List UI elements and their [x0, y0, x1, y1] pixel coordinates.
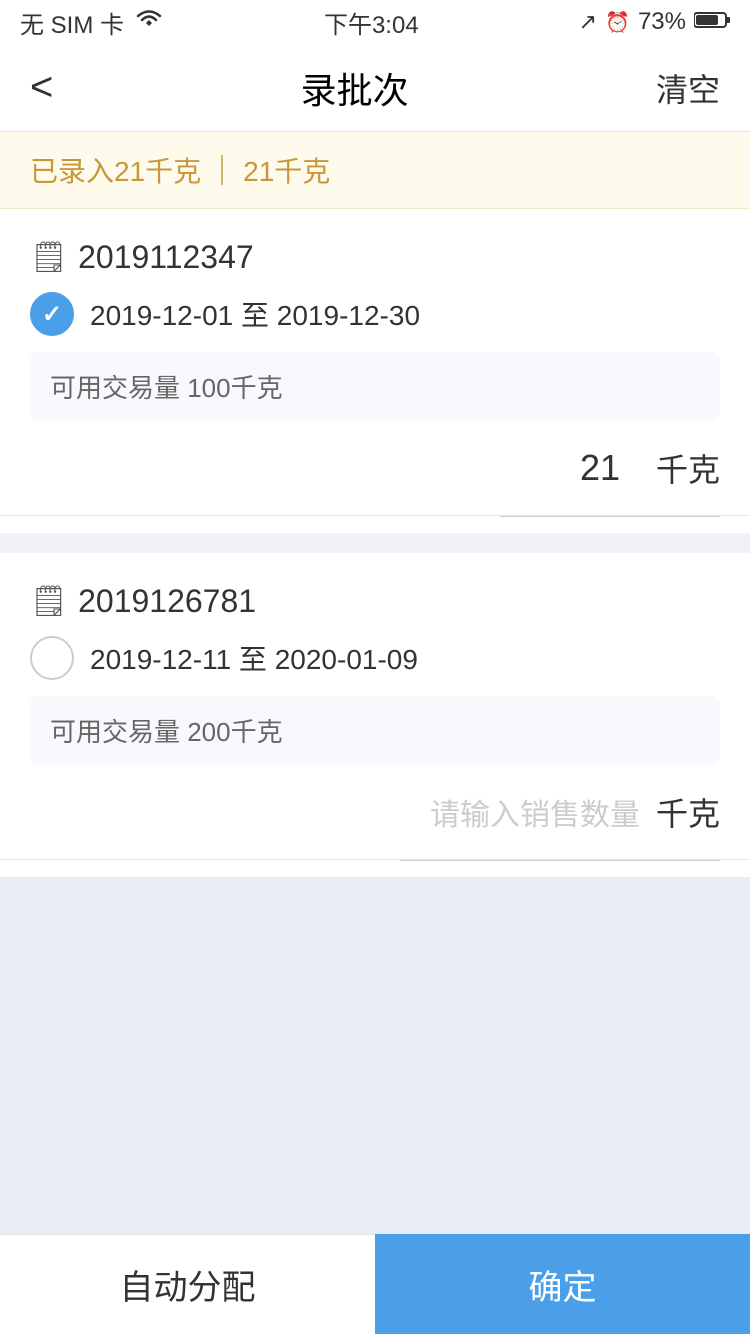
batch-2-id: 2019126781 — [78, 583, 256, 620]
batch-1-qty-underline-container — [0, 516, 750, 533]
clear-button[interactable]: 清空 — [656, 65, 720, 111]
auto-distribute-button[interactable]: 自动分配 — [0, 1234, 375, 1334]
batch-1-qty-underline — [500, 516, 720, 517]
batch-1-qty-row: 21 千克 — [0, 421, 750, 516]
batch-1-qty-value: 21 — [580, 447, 620, 489]
summary-amount-text: 21千克 — [243, 150, 330, 190]
batch-2-qty-underline — [400, 860, 720, 861]
batch-2-qty-placeholder-row[interactable]: 请输入销售数量 千克 — [0, 765, 750, 860]
batch-1-date: 2019-12-01 至 2019-12-30 — [90, 294, 420, 334]
batch-2-available-qty: 可用交易量 200千克 — [30, 696, 720, 765]
batch-card-2: 🗒 2019126781 2019-12-11 至 2020-01-09 可用交… — [0, 553, 750, 765]
location-icon: ↗ — [579, 9, 597, 35]
batch-card-1: 🗒 2019112347 2019-12-01 至 2019-12-30 可用交… — [0, 209, 750, 421]
batch-1-radio[interactable] — [30, 292, 74, 336]
page-title: 录批次 — [301, 62, 409, 114]
batch-2-date: 2019-12-11 至 2020-01-09 — [90, 638, 418, 678]
batch-2-qty-placeholder: 请输入销售数量 — [430, 790, 640, 834]
battery-text: 73% — [638, 8, 686, 36]
back-button[interactable]: < — [30, 65, 53, 110]
bottom-buttons: 自动分配 确定 — [0, 1234, 750, 1334]
batch-2-radio[interactable] — [30, 636, 74, 680]
wifi-icon — [134, 8, 164, 37]
carrier-text: 无 SIM 卡 — [20, 5, 124, 40]
batch-1-header: 🗒 2019112347 — [30, 239, 720, 276]
confirm-button[interactable]: 确定 — [375, 1234, 750, 1334]
batch-2-qty-underline-container — [0, 860, 750, 877]
card-separator — [0, 533, 750, 553]
batch-1-date-row: 2019-12-01 至 2019-12-30 — [30, 292, 720, 336]
alarm-icon: ⏰ — [605, 10, 630, 35]
batch-2-icon: 🗒 — [30, 584, 68, 619]
batch-1-qty-wrapper: 21 千克 — [0, 421, 750, 533]
summary-recorded-text: 已录入21千克 — [30, 150, 201, 190]
status-time: 下午3:04 — [324, 5, 419, 40]
batch-2-qty-unit: 千克 — [656, 789, 720, 835]
status-bar: 无 SIM 卡 下午3:04 ↗ ⏰ 73% — [0, 0, 750, 44]
batch-2-header: 🗒 2019126781 — [30, 583, 720, 620]
batch-2-qty-wrapper: 请输入销售数量 千克 — [0, 765, 750, 877]
batch-1-id: 2019112347 — [78, 239, 254, 276]
batch-1-icon: 🗒 — [30, 240, 68, 275]
batch-2-date-row: 2019-12-11 至 2020-01-09 — [30, 636, 720, 680]
status-left: 无 SIM 卡 — [20, 5, 164, 40]
summary-banner: 已录入21千克 21千克 — [0, 132, 750, 209]
status-right: ↗ ⏰ 73% — [579, 8, 730, 36]
batch-1-available-qty: 可用交易量 100千克 — [30, 352, 720, 421]
empty-area — [0, 877, 750, 1237]
nav-bar: < 录批次 清空 — [0, 44, 750, 132]
batch-1-qty-unit: 千克 — [656, 445, 720, 491]
battery-icon — [694, 8, 730, 36]
summary-divider — [221, 155, 223, 185]
